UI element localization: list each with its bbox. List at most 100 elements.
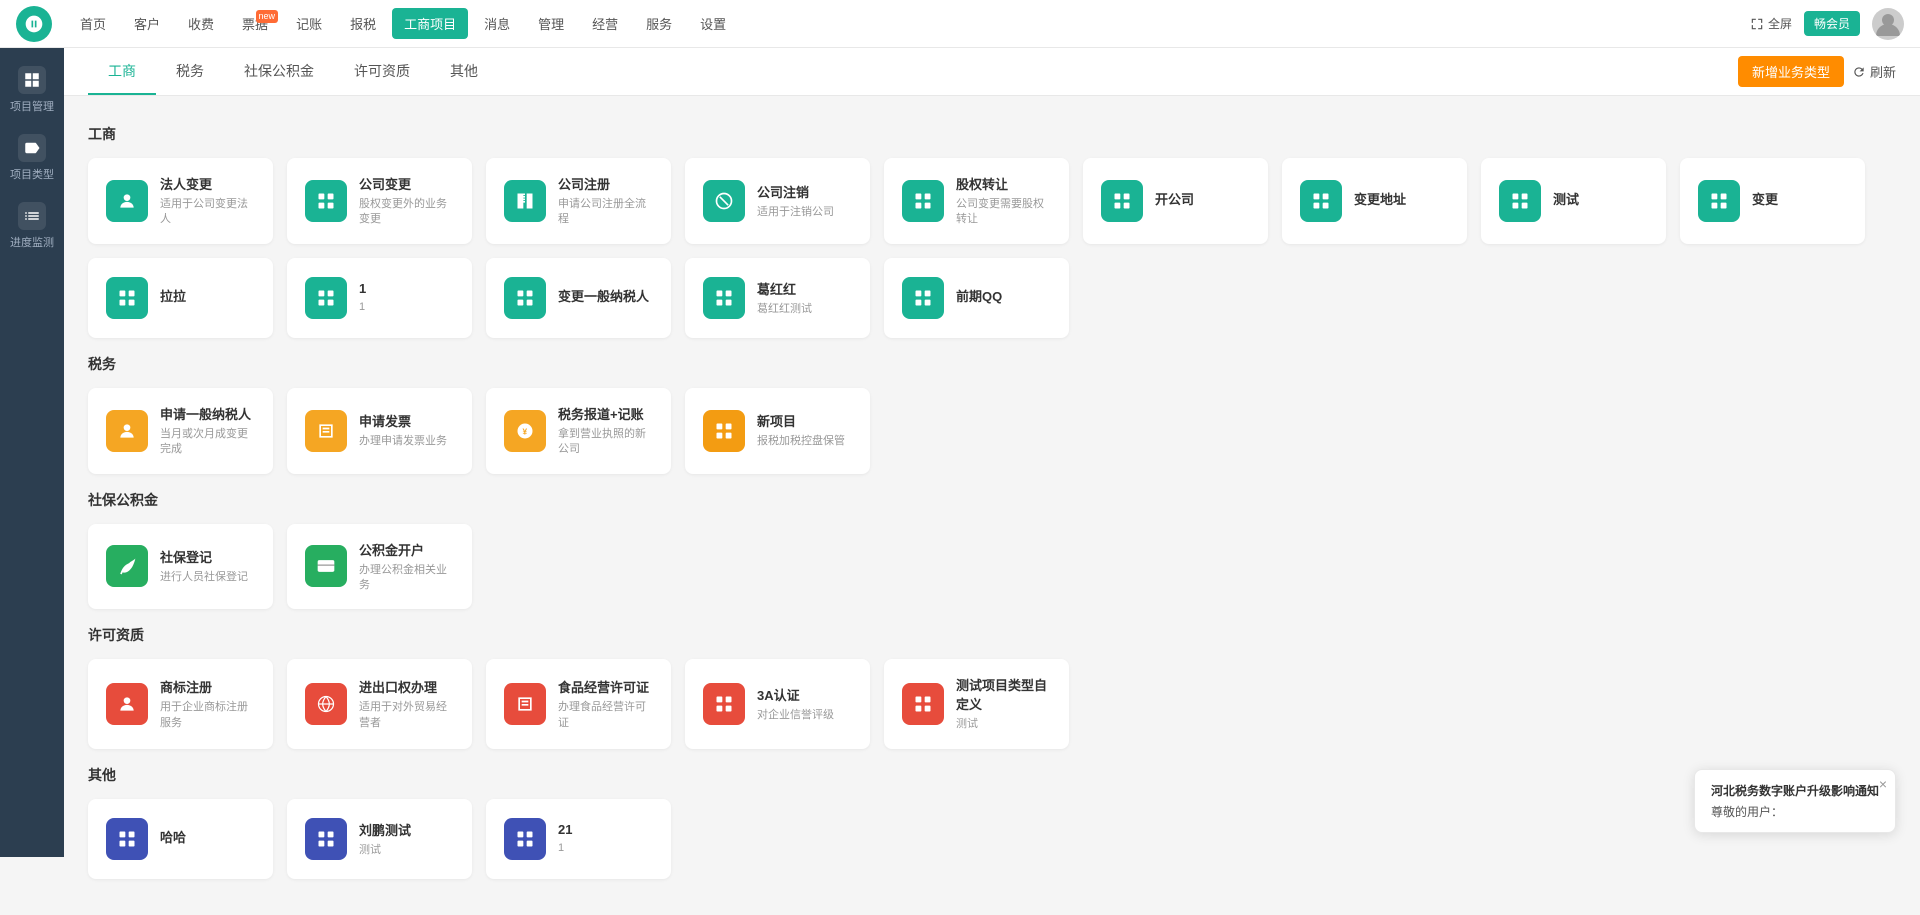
nav-item-tax[interactable]: 报税 — [338, 8, 388, 39]
member-btn[interactable]: 畅会员 — [1804, 11, 1860, 36]
card-title-change1: 变更 — [1752, 189, 1847, 208]
card-shebao-register[interactable]: 社保登记 进行人员社保登记 — [88, 524, 273, 610]
app-logo[interactable] — [16, 6, 52, 42]
card-desc-company-register: 申请公司注册全流程 — [558, 197, 653, 228]
nav-item-ticket[interactable]: 票据new — [230, 8, 280, 39]
sidebar-item-project-type[interactable]: 项目类型 — [0, 124, 64, 192]
card-test1[interactable]: 测试 — [1481, 158, 1666, 244]
card-change-address[interactable]: 变更地址 — [1282, 158, 1467, 244]
nav-item-home[interactable]: 首页 — [68, 8, 118, 39]
content-area: 工商 法人变更 适用于公司变更法人 公司变更 股权变更外的业务变更 公司注册 — [64, 96, 1920, 915]
card-desc-legal-change: 适用于公司变更法人 — [160, 197, 255, 228]
card-new-project[interactable]: 新项目 报税加税控盘保管 — [685, 388, 870, 474]
card-tax-report[interactable]: ¥ 税务报道+记账 拿到营业执照的新公司 — [486, 388, 671, 474]
card-one1[interactable]: 1 1 — [287, 258, 472, 338]
card-icon-change1 — [1698, 180, 1740, 222]
card-test-type[interactable]: 测试项目类型自定义 测试 — [884, 659, 1069, 748]
card-desc-test-type: 测试 — [956, 717, 1051, 732]
card-mohonghong[interactable]: 葛红红 葛红红测试 — [685, 258, 870, 338]
card-company-cancel[interactable]: 公司注销 适用于注销公司 — [685, 158, 870, 244]
card-icon-change-tax — [504, 277, 546, 319]
section-title-gongshang-section: 工商 — [88, 124, 1896, 144]
card-change1[interactable]: 变更 — [1680, 158, 1865, 244]
card-desc-equity-transfer: 公司变更需要股权转让 — [956, 197, 1051, 228]
nav-item-billing[interactable]: 收费 — [176, 8, 226, 39]
notification-body: 尊敬的用户： — [1711, 803, 1879, 820]
refresh-btn[interactable]: 刷新 — [1852, 62, 1896, 81]
card-title-one1: 1 — [359, 281, 454, 296]
nav-item-operations[interactable]: 经营 — [580, 8, 630, 39]
card-icon-new-project — [703, 410, 745, 452]
card-desc-liupeng-test: 测试 — [359, 843, 454, 858]
sub-tab-gongshang[interactable]: 工商 — [88, 48, 156, 95]
card-liupeng-test[interactable]: 刘鹏测试 测试 — [287, 799, 472, 879]
nav-item-message[interactable]: 消息 — [472, 8, 522, 39]
card-open-company[interactable]: 开公司 — [1083, 158, 1268, 244]
card-desc-one1: 1 — [359, 300, 454, 315]
card-company-register[interactable]: 公司注册 申请公司注册全流程 — [486, 158, 671, 244]
card-icon-haha — [106, 818, 148, 860]
fullscreen-btn[interactable]: 全屏 — [1750, 15, 1792, 32]
user-avatar[interactable] — [1872, 8, 1904, 40]
card-qianqi-qq[interactable]: 前期QQ — [884, 258, 1069, 338]
card-info-lala: 拉拉 — [160, 286, 255, 309]
notification-box: × 河北税务数字账户升级影响通知 尊敬的用户： — [1694, 769, 1896, 833]
notification-title: 河北税务数字账户升级影响通知 — [1711, 782, 1879, 799]
cards-grid-gongshang-section: 法人变更 适用于公司变更法人 公司变更 股权变更外的业务变更 公司注册 申请公司… — [88, 158, 1896, 338]
card-info-mohonghong: 葛红红 葛红红测试 — [757, 279, 852, 317]
card-trademark[interactable]: 商标注册 用于企业商标注册服务 — [88, 659, 273, 748]
card-apply-tax[interactable]: 申请一般纳税人 当月或次月成变更完成 — [88, 388, 273, 474]
card-haha[interactable]: 哈哈 — [88, 799, 273, 879]
card-import-export[interactable]: 进出口权办理 适用于对外贸易经营者 — [287, 659, 472, 748]
card-legal-change[interactable]: 法人变更 适用于公司变更法人 — [88, 158, 273, 244]
sub-tab-xuke[interactable]: 许可资质 — [334, 48, 430, 95]
card-title-trademark: 商标注册 — [160, 677, 255, 696]
new-type-btn[interactable]: 新增业务类型 — [1738, 56, 1844, 87]
card-equity-transfer[interactable]: 股权转让 公司变更需要股权转让 — [884, 158, 1069, 244]
card-lala[interactable]: 拉拉 — [88, 258, 273, 338]
card-title-test1: 测试 — [1553, 189, 1648, 208]
sub-tab-shebao[interactable]: 社保公积金 — [224, 48, 334, 95]
card-apply-invoice[interactable]: 申请发票 办理申请发票业务 — [287, 388, 472, 474]
card-title-company-register: 公司注册 — [558, 174, 653, 193]
card-icon-import-export — [305, 683, 347, 725]
sub-tab-other[interactable]: 其他 — [430, 48, 498, 95]
nav-item-accounting[interactable]: 记账 — [284, 8, 334, 39]
card-3a-cert[interactable]: 3A认证 对企业信誉评级 — [685, 659, 870, 748]
card-title-change-tax: 变更一般纳税人 — [558, 286, 653, 305]
card-title-food-license: 食品经营许可证 — [558, 677, 653, 696]
card-desc-gjj-open: 办理公积金相关业务 — [359, 563, 454, 594]
card-food-license[interactable]: 食品经营许可证 办理食品经营许可证 — [486, 659, 671, 748]
nav-item-service[interactable]: 服务 — [634, 8, 684, 39]
nav-item-bizproject[interactable]: 工商项目 — [392, 8, 468, 39]
card-info-qianqi-qq: 前期QQ — [956, 286, 1051, 309]
card-change-tax[interactable]: 变更一般纳税人 — [486, 258, 671, 338]
sidebar-item-progress-monitor[interactable]: 进度监测 — [0, 192, 64, 260]
nav-right: 全屏 畅会员 — [1750, 8, 1904, 40]
card-info-food-license: 食品经营许可证 办理食品经营许可证 — [558, 677, 653, 731]
top-nav: 首页客户收费票据new记账报税工商项目消息管理经营服务设置 全屏 畅会员 — [0, 0, 1920, 48]
nav-item-settings[interactable]: 设置 — [688, 8, 738, 39]
card-title-apply-tax: 申请一般纳税人 — [160, 404, 255, 423]
card-icon-qianqi-qq — [902, 277, 944, 319]
card-info-company-change: 公司变更 股权变更外的业务变更 — [359, 174, 454, 228]
sidebar: 项目管理项目类型进度监测 — [0, 48, 64, 857]
card-info-change1: 变更 — [1752, 189, 1847, 212]
card-icon-mohonghong — [703, 277, 745, 319]
card-gjj-open[interactable]: 公积金开户 办理公积金相关业务 — [287, 524, 472, 610]
card-title-gjj-open: 公积金开户 — [359, 540, 454, 559]
card-info-test1: 测试 — [1553, 189, 1648, 212]
refresh-label: 刷新 — [1870, 62, 1896, 81]
card-twenty-one[interactable]: 21 1 — [486, 799, 671, 879]
nav-item-client[interactable]: 客户 — [122, 8, 172, 39]
card-title-open-company: 开公司 — [1155, 189, 1250, 208]
sidebar-item-project-manage[interactable]: 项目管理 — [0, 56, 64, 124]
notification-close[interactable]: × — [1879, 776, 1887, 792]
card-desc-3a-cert: 对企业信誉评级 — [757, 708, 852, 723]
nav-item-manage[interactable]: 管理 — [526, 8, 576, 39]
card-title-equity-transfer: 股权转让 — [956, 174, 1051, 193]
card-icon-one1 — [305, 277, 347, 319]
sub-tab-shuiwu[interactable]: 税务 — [156, 48, 224, 95]
card-info-twenty-one: 21 1 — [558, 822, 653, 856]
card-company-change[interactable]: 公司变更 股权变更外的业务变更 — [287, 158, 472, 244]
